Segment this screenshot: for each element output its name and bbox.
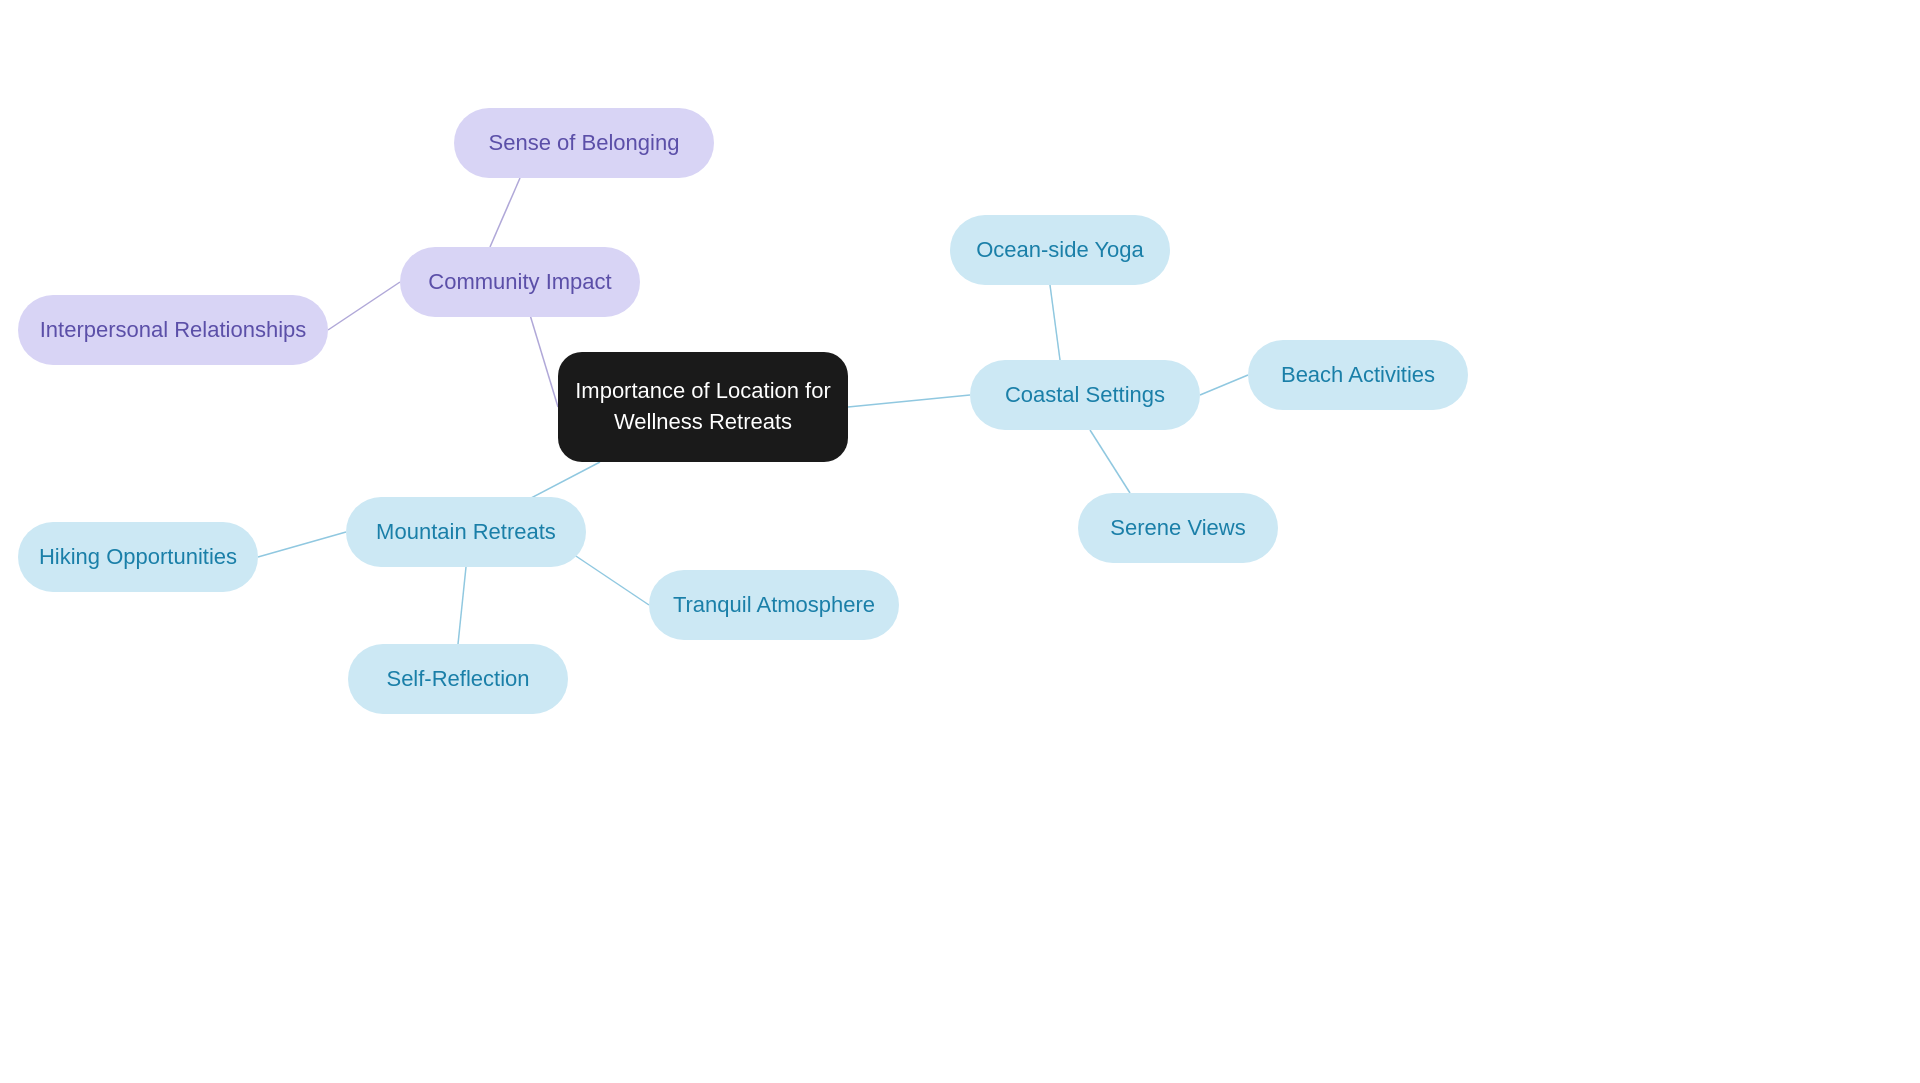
- svg-line-4: [258, 532, 346, 557]
- interpersonal-relationships-node[interactable]: Interpersonal Relationships: [18, 295, 328, 365]
- mountain-retreats-node[interactable]: Mountain Retreats: [346, 497, 586, 567]
- serene-views-node[interactable]: Serene Views: [1078, 493, 1278, 563]
- coastal-settings-node[interactable]: Coastal Settings: [970, 360, 1200, 430]
- sense-of-belonging-node[interactable]: Sense of Belonging: [454, 108, 714, 178]
- sense-of-belonging-label: Sense of Belonging: [489, 130, 680, 156]
- svg-line-2: [328, 282, 400, 330]
- mountain-retreats-label: Mountain Retreats: [376, 519, 556, 545]
- hiking-opportunities-node[interactable]: Hiking Opportunities: [18, 522, 258, 592]
- beach-activities-node[interactable]: Beach Activities: [1248, 340, 1468, 410]
- hiking-opportunities-label: Hiking Opportunities: [39, 544, 237, 570]
- ocean-side-yoga-node[interactable]: Ocean-side Yoga: [950, 215, 1170, 285]
- central-node-label: Importance of Location for Wellness Retr…: [558, 376, 848, 438]
- svg-line-8: [1050, 285, 1060, 360]
- tranquil-atmosphere-node[interactable]: Tranquil Atmosphere: [649, 570, 899, 640]
- interpersonal-relationships-label: Interpersonal Relationships: [40, 317, 307, 343]
- svg-line-1: [490, 178, 520, 247]
- beach-activities-label: Beach Activities: [1281, 362, 1435, 388]
- community-impact-label: Community Impact: [428, 269, 611, 295]
- tranquil-atmosphere-label: Tranquil Atmosphere: [673, 592, 875, 618]
- svg-line-9: [1200, 375, 1248, 395]
- community-impact-node[interactable]: Community Impact: [400, 247, 640, 317]
- svg-line-10: [1090, 430, 1130, 493]
- self-reflection-label: Self-Reflection: [386, 666, 529, 692]
- central-node[interactable]: Importance of Location for Wellness Retr…: [558, 352, 848, 462]
- svg-line-7: [848, 395, 970, 407]
- coastal-settings-label: Coastal Settings: [1005, 382, 1165, 408]
- self-reflection-node[interactable]: Self-Reflection: [348, 644, 568, 714]
- ocean-side-yoga-label: Ocean-side Yoga: [976, 237, 1144, 263]
- svg-line-6: [458, 567, 466, 644]
- serene-views-label: Serene Views: [1110, 515, 1245, 541]
